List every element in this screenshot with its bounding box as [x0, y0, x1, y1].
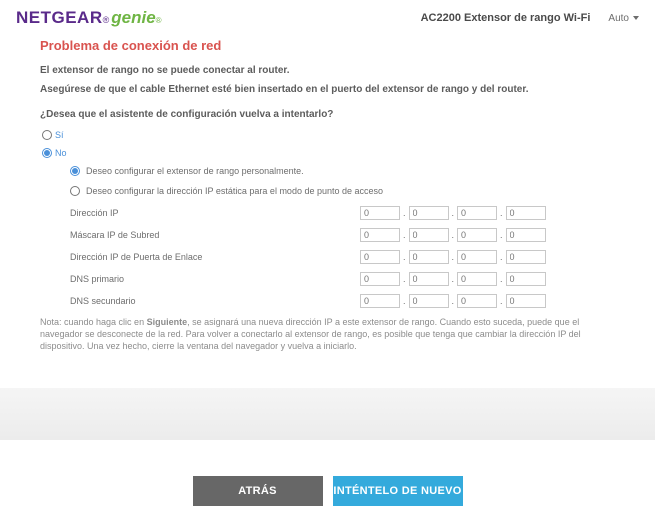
- ip-octet-input[interactable]: [409, 206, 449, 220]
- page-title: Problema de conexión de red: [40, 38, 615, 53]
- dot-separator: .: [500, 230, 503, 240]
- dot-separator: .: [403, 252, 406, 262]
- retry-no-option[interactable]: No: [42, 148, 615, 158]
- dns-primary-row: DNS primario . . .: [70, 272, 615, 286]
- dot-separator: .: [500, 274, 503, 284]
- error-message-2: Asegúrese de que el cable Ethernet esté …: [40, 84, 615, 95]
- retry-yes-radio[interactable]: [42, 130, 52, 140]
- footer-buttons: ATRÁS INTÉNTELO DE NUEVO: [0, 476, 655, 516]
- retry-yes-label: Sí: [55, 130, 64, 140]
- config-manual-label: Deseo configurar el extensor de rango pe…: [86, 166, 304, 176]
- note-text: Nota: cuando haga clic en Siguiente, se …: [0, 316, 655, 352]
- ip-octet-input[interactable]: [457, 206, 497, 220]
- dot-separator: .: [452, 252, 455, 262]
- retry-question: ¿Desea que el asistente de configuración…: [40, 109, 615, 120]
- config-static-label: Deseo configurar la dirección IP estátic…: [86, 186, 383, 196]
- subbrand-text: genie: [111, 8, 155, 28]
- manual-config-block: Deseo configurar el extensor de rango pe…: [70, 166, 615, 308]
- subnet-octet-input[interactable]: [360, 228, 400, 242]
- language-label: Auto: [608, 13, 629, 24]
- dns2-octet-input[interactable]: [457, 294, 497, 308]
- dot-separator: .: [452, 274, 455, 284]
- dot-separator: .: [452, 208, 455, 218]
- subnet-octet-input[interactable]: [457, 228, 497, 242]
- dns2-octet-input[interactable]: [360, 294, 400, 308]
- note-prefix: Nota: cuando haga clic en: [40, 317, 147, 327]
- model-label: AC2200 Extensor de rango Wi-Fi: [421, 12, 591, 24]
- dot-separator: .: [452, 230, 455, 240]
- config-static-radio[interactable]: [70, 186, 80, 196]
- config-manual-option[interactable]: Deseo configurar el extensor de rango pe…: [70, 166, 615, 176]
- gateway-octet-input[interactable]: [360, 250, 400, 264]
- error-message-1: El extensor de rango no se puede conecta…: [40, 65, 615, 76]
- note-bold: Siguiente: [147, 317, 188, 327]
- gateway-octet-input[interactable]: [409, 250, 449, 264]
- header: NETGEAR® genie® AC2200 Extensor de rango…: [0, 0, 655, 34]
- subnet-mask-row: Máscara IP de Subred . . .: [70, 228, 615, 242]
- subnet-octet-input[interactable]: [506, 228, 546, 242]
- dot-separator: .: [500, 208, 503, 218]
- dns1-octet-input[interactable]: [409, 272, 449, 286]
- config-static-option[interactable]: Deseo configurar la dirección IP estátic…: [70, 186, 615, 196]
- retry-button[interactable]: INTÉNTELO DE NUEVO: [333, 476, 463, 506]
- ip-octet-input[interactable]: [506, 206, 546, 220]
- gateway-label: Dirección IP de Puerta de Enlace: [70, 252, 360, 262]
- subnet-mask-label: Máscara IP de Subred: [70, 230, 360, 240]
- dot-separator: .: [403, 230, 406, 240]
- gateway-octet-input[interactable]: [457, 250, 497, 264]
- ip-octet-input[interactable]: [360, 206, 400, 220]
- main-content: Problema de conexión de red El extensor …: [0, 34, 655, 308]
- dns-secondary-label: DNS secundario: [70, 296, 360, 306]
- language-selector[interactable]: Auto: [608, 13, 639, 24]
- dot-separator: .: [403, 296, 406, 306]
- dns-secondary-row: DNS secundario . . .: [70, 294, 615, 308]
- dns1-octet-input[interactable]: [457, 272, 497, 286]
- gradient-band: [0, 388, 655, 440]
- dot-separator: .: [500, 296, 503, 306]
- dns-primary-label: DNS primario: [70, 274, 360, 284]
- dns2-octet-input[interactable]: [409, 294, 449, 308]
- brand-text: NETGEAR: [16, 8, 103, 28]
- ip-address-row: Dirección IP . . .: [70, 206, 615, 220]
- ip-address-label: Dirección IP: [70, 208, 360, 218]
- retry-no-label: No: [55, 148, 67, 158]
- dns1-octet-input[interactable]: [506, 272, 546, 286]
- dot-separator: .: [452, 296, 455, 306]
- subnet-octet-input[interactable]: [409, 228, 449, 242]
- gateway-row: Dirección IP de Puerta de Enlace . . .: [70, 250, 615, 264]
- dot-separator: .: [403, 208, 406, 218]
- registered-icon: ®: [156, 16, 162, 25]
- chevron-down-icon: [633, 16, 639, 20]
- dot-separator: .: [403, 274, 406, 284]
- gateway-octet-input[interactable]: [506, 250, 546, 264]
- retry-yes-option[interactable]: Sí: [42, 130, 615, 140]
- dot-separator: .: [500, 252, 503, 262]
- retry-no-radio[interactable]: [42, 148, 52, 158]
- logo: NETGEAR® genie®: [16, 8, 162, 28]
- config-manual-radio[interactable]: [70, 166, 80, 176]
- back-button[interactable]: ATRÁS: [193, 476, 323, 506]
- dns2-octet-input[interactable]: [506, 294, 546, 308]
- registered-icon: ®: [103, 15, 110, 25]
- dns1-octet-input[interactable]: [360, 272, 400, 286]
